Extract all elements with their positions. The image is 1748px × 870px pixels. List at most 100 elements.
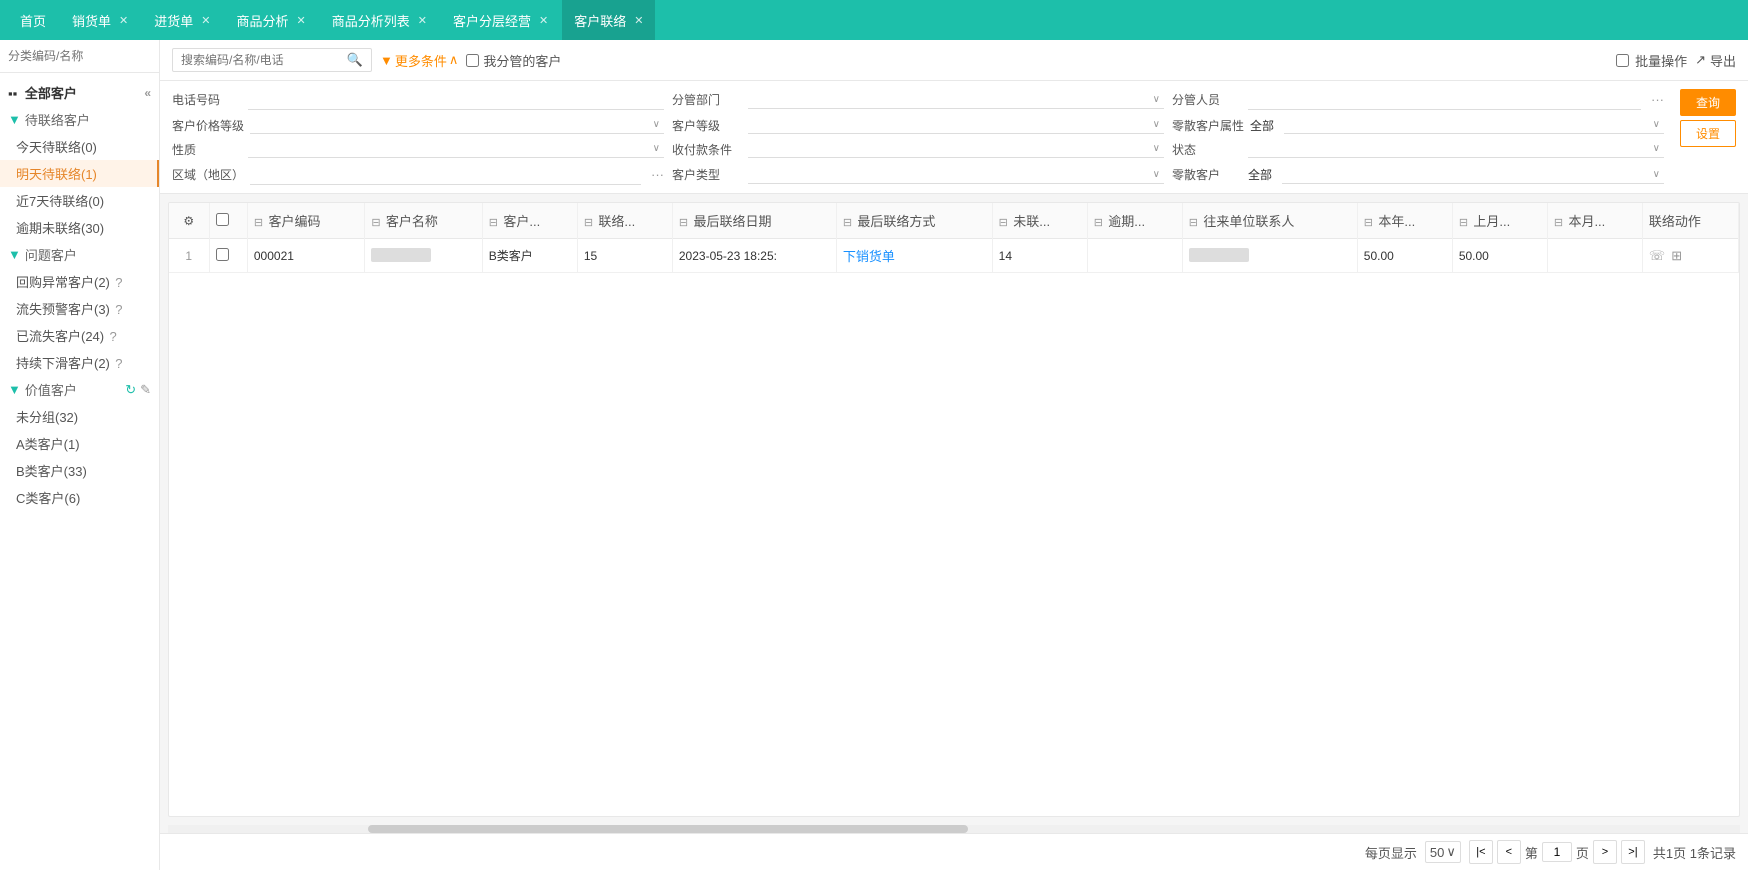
- sidebar-item-declining[interactable]: 持续下滑客户(2) ?: [0, 349, 159, 376]
- filter-phone: 电话号码: [172, 89, 664, 110]
- pagination: |< < 第 页 > >|: [1469, 840, 1645, 864]
- filter-price-grade-select[interactable]: ∨: [250, 116, 664, 134]
- sidebar-item-b-class[interactable]: B类客户(33): [0, 457, 159, 484]
- filter-nature-select[interactable]: ∨: [248, 140, 664, 158]
- value-edit[interactable]: ✎: [140, 382, 151, 398]
- filter-status-select[interactable]: ∨: [1248, 140, 1664, 158]
- nav-product-analysis[interactable]: 商品分析 ✕: [224, 0, 317, 40]
- nav-customer-tier[interactable]: 客户分层经营 ✕: [441, 0, 560, 40]
- sidebar-value-group[interactable]: ▼ 价值客户 ↻ ✎: [0, 376, 159, 403]
- sidebar-item-overdue[interactable]: 逾期未联络(30): [0, 214, 159, 241]
- export-label: 导出: [1710, 51, 1736, 70]
- prev-page-btn[interactable]: <: [1497, 840, 1521, 864]
- collapse-icon[interactable]: «: [144, 86, 151, 100]
- filter-status: 状态 ∨: [1172, 140, 1664, 158]
- filter-search-input[interactable]: [181, 53, 343, 67]
- last-method-link[interactable]: 下销货单: [843, 249, 895, 264]
- scrollbar-thumb[interactable]: [368, 825, 968, 833]
- filter-customer-grade-select[interactable]: ∨: [748, 116, 1164, 134]
- more-conditions-label: 更多条件: [395, 51, 447, 70]
- horizontal-scrollbar[interactable]: [168, 825, 1740, 833]
- blurred-name: [371, 248, 431, 262]
- filter-region-dots[interactable]: ···: [651, 167, 664, 182]
- sidebar-item-c-class[interactable]: C类客户(6): [0, 484, 159, 511]
- filter-phone-input[interactable]: [248, 89, 664, 110]
- content-area: 🔍 ▼ 更多条件 ∧ 我分管的客户 批量操作 ↗ 导出: [160, 40, 1748, 870]
- export-btn[interactable]: ↗ 导出: [1695, 51, 1736, 70]
- nav-customer-tier-close[interactable]: ✕: [539, 14, 548, 27]
- nav-product-list-close[interactable]: ✕: [418, 14, 427, 27]
- nav-purchase[interactable]: 进货单 ✕: [142, 0, 222, 40]
- col-gear[interactable]: ⚙: [169, 203, 209, 239]
- call-icon[interactable]: ☏: [1649, 248, 1665, 264]
- col-name: ⊟ 客户名称: [365, 203, 482, 239]
- per-page-select[interactable]: 50 ∨: [1425, 841, 1461, 863]
- nav-sales-order[interactable]: 销货单 ✕: [60, 0, 140, 40]
- nav-product-analysis-list[interactable]: 商品分析列表 ✕: [320, 0, 439, 40]
- nav-purchase-close[interactable]: ✕: [201, 14, 210, 27]
- filter-dept-label: 分管部门: [672, 91, 742, 108]
- sidebar-search-input[interactable]: [8, 49, 160, 63]
- filter-payment-chevron: ∨: [1153, 143, 1160, 154]
- last-page-btn[interactable]: >|: [1621, 840, 1645, 864]
- nav-customer-contact-close[interactable]: ✕: [634, 14, 643, 27]
- batch-ops-btn[interactable]: 批量操作: [1616, 51, 1687, 70]
- nav-sales-close[interactable]: ✕: [119, 14, 128, 27]
- settings-button[interactable]: 设置: [1680, 120, 1736, 147]
- blurred-person: [1189, 248, 1249, 262]
- filter-retail-select[interactable]: ∨: [1282, 166, 1664, 184]
- sidebar-item-today[interactable]: 今天待联络(0): [0, 133, 159, 160]
- filter-row-4: 区域（地区） ··· 客户类型 ∨ 零散客户: [172, 164, 1664, 185]
- table-footer: 每页显示 50 ∨ |< < 第 页 > >| 共1页 1条记录: [160, 833, 1748, 870]
- sidebar-item-ungrouped[interactable]: 未分组(32): [0, 403, 159, 430]
- page-label: 第: [1525, 843, 1538, 862]
- batch-ops-check[interactable]: [1616, 54, 1629, 67]
- my-customers-check[interactable]: [466, 54, 479, 67]
- my-customers-checkbox[interactable]: 我分管的客户: [466, 51, 561, 70]
- sidebar-item-churned[interactable]: 已流失客户(24) ?: [0, 322, 159, 349]
- more-conditions-btn[interactable]: ▼ 更多条件 ∧: [380, 51, 458, 70]
- data-table: ⚙ ⊟ 客户编码 ⊟ 客户名称 ⊟ 客户...: [169, 203, 1739, 273]
- sidebar-item-tomorrow[interactable]: 明天待联络(1): [0, 160, 159, 187]
- cell-check[interactable]: [209, 239, 247, 273]
- filter-person-dots[interactable]: ···: [1651, 92, 1664, 107]
- export-icon: ↗: [1695, 52, 1706, 68]
- filter-customer-type-select[interactable]: ∨: [748, 166, 1164, 184]
- sidebar-item-a-class[interactable]: A类客户(1): [0, 430, 159, 457]
- sidebar-item-churn-warning[interactable]: 流失预警客户(3) ?: [0, 295, 159, 322]
- filter-region-input[interactable]: [250, 164, 641, 185]
- nav-product-analysis-close[interactable]: ✕: [297, 14, 306, 27]
- filter-dept-select[interactable]: ∨: [748, 91, 1164, 109]
- sidebar-item-7days[interactable]: 近7天待联络(0): [0, 187, 159, 214]
- nav-customer-contact[interactable]: 客户联络 ✕: [562, 0, 655, 40]
- sidebar-search-area: 🔍: [0, 40, 159, 73]
- col-overdue: ⊟ 逾期...: [1087, 203, 1182, 239]
- value-refresh[interactable]: ↻: [125, 382, 136, 398]
- select-all-check[interactable]: [216, 213, 229, 226]
- nav-home[interactable]: 首页: [8, 0, 58, 40]
- cell-last-method[interactable]: 下销货单: [836, 239, 992, 273]
- filter-payment-select[interactable]: ∨: [748, 140, 1164, 158]
- filter-search-icon[interactable]: 🔍: [347, 52, 363, 68]
- sidebar-all-customers[interactable]: ▪▪ 全部客户 «: [0, 79, 159, 106]
- grid-icon[interactable]: ⊞: [1671, 248, 1682, 264]
- filter-person-input[interactable]: [1248, 89, 1641, 110]
- filter-nature-label: 性质: [172, 141, 242, 158]
- cell-contacts-person: [1182, 239, 1357, 273]
- sidebar-problem-group[interactable]: ▼ 问题客户: [0, 241, 159, 268]
- sidebar-item-abnormal[interactable]: 回购异常客户(2) ?: [0, 268, 159, 295]
- sidebar-pending-group[interactable]: ▼ 待联络客户: [0, 106, 159, 133]
- filter-retail-attr-select[interactable]: ∨: [1284, 116, 1664, 134]
- value-arrow: ▼: [8, 382, 21, 397]
- cell-code: 000021: [247, 239, 364, 273]
- col-check[interactable]: [209, 203, 247, 239]
- first-page-btn[interactable]: |<: [1469, 840, 1493, 864]
- col-this-year: ⊟ 本年...: [1357, 203, 1452, 239]
- next-page-btn[interactable]: >: [1593, 840, 1617, 864]
- filter-person: 分管人员 ···: [1172, 89, 1664, 110]
- filter-search-box: 🔍: [172, 48, 372, 72]
- page-number-input[interactable]: [1542, 842, 1572, 862]
- query-button[interactable]: 查询: [1680, 89, 1736, 116]
- filter-retail-attr-label: 零散客户属性: [1172, 117, 1244, 134]
- row-check[interactable]: [216, 248, 229, 261]
